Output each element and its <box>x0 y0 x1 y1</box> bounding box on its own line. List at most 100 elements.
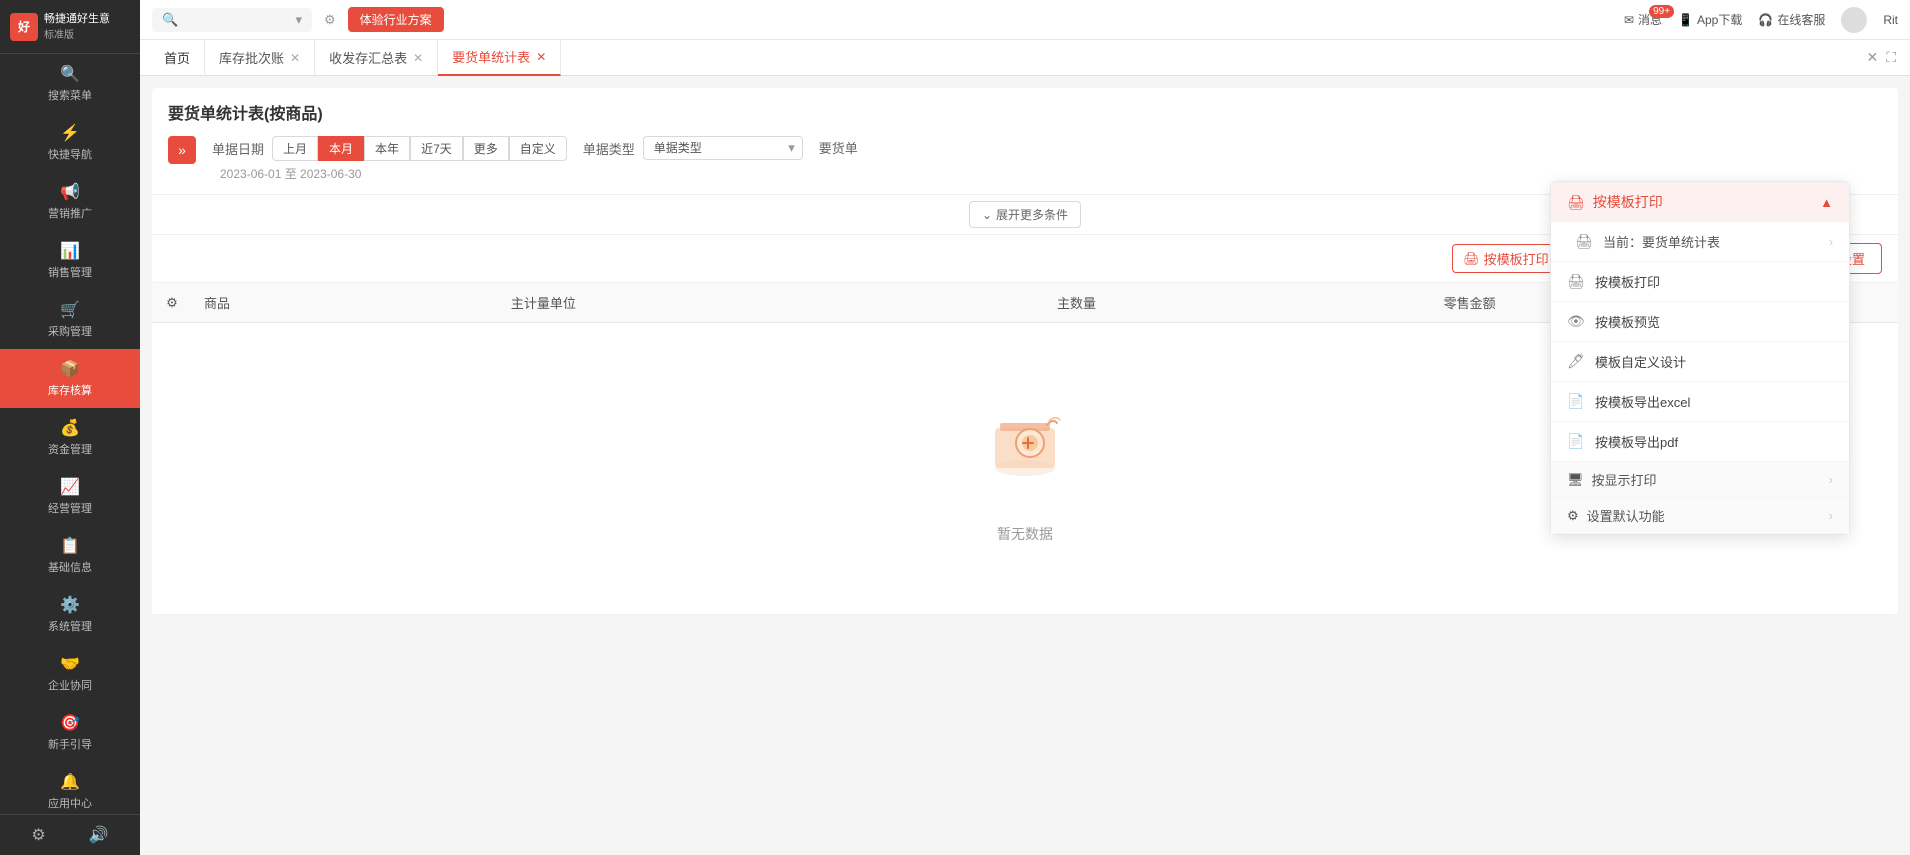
sidebar-item-finance[interactable]: 💰 资金管理 <box>0 408 140 467</box>
expand-icon: ⌄ <box>982 208 992 222</box>
search-dropdown-icon[interactable]: ▾ <box>295 12 302 28</box>
sales-icon: 📊 <box>60 241 80 261</box>
finance-icon: 💰 <box>60 418 80 438</box>
topbar-gear-icon[interactable]: ⚙ <box>324 12 336 28</box>
dropdown-close-arrow[interactable]: ▲ <box>1820 195 1833 210</box>
sidebar-item-guide[interactable]: 🎯 新手引导 <box>0 703 140 762</box>
filter-toggle-btn[interactable]: » <box>168 136 196 164</box>
sidebar-label-inventory: 库存核算 <box>48 382 92 398</box>
sidebar-item-basic[interactable]: 📋基础信息 <box>0 526 140 585</box>
sidebar-item-quicknav[interactable]: ⚡快捷导航 <box>0 113 140 172</box>
current-template-label: 当前：要货单统计表 <box>1603 232 1819 251</box>
purchase-icon: 🛒 <box>60 300 80 320</box>
date-btn-本月[interactable]: 本月 <box>318 136 364 161</box>
tab-order-stats[interactable]: 要货单统计表✕ <box>438 40 561 76</box>
col-unit: 主计量单位 <box>499 283 1045 323</box>
tab-maximize-btn[interactable]: ⛶ <box>1882 45 1900 70</box>
col-qty: 主数量 <box>1045 283 1432 323</box>
quicknav-icon: ⚡ <box>60 123 80 143</box>
avatar[interactable] <box>1841 7 1867 33</box>
expand-conditions-btn[interactable]: ⌄ 展开更多条件 <box>969 201 1081 228</box>
username: Rit <box>1883 13 1898 27</box>
tab-close-inventory-batch[interactable]: ✕ <box>290 51 300 65</box>
search-input[interactable] <box>182 13 291 27</box>
online-service-button[interactable]: 🎧 在线客服 <box>1758 11 1825 28</box>
guide-icon: 🎯 <box>60 713 80 733</box>
inventory-icon: 📦 <box>60 359 80 379</box>
empty-icon <box>975 393 1075 508</box>
sidebar-item-inventory[interactable]: 📦 库存核算 <box>0 349 140 408</box>
date-btn-自定义[interactable]: 自定义 <box>509 136 567 161</box>
tab-inventory-batch[interactable]: 库存批次账 ✕ <box>205 40 315 76</box>
messages-button[interactable]: ✉ 消息 99+ <box>1624 11 1662 28</box>
message-icon: ✉ <box>1624 13 1634 27</box>
sidebar: 好 畅捷通好生意 标准版 🔍搜索菜单⚡快捷导航📢营销推广📊销售管理🛒采购管理📦库… <box>0 0 140 855</box>
sidebar-item-search[interactable]: 🔍搜索菜单 <box>0 54 140 113</box>
display-print-arrow: › <box>1829 472 1833 487</box>
sidebar-item-purchase[interactable]: 🛒采购管理 <box>0 290 140 349</box>
dropdown-item-template-print[interactable]: 🖨按模板打印 <box>1551 262 1849 302</box>
type-select[interactable]: 单据类型 <box>643 136 803 160</box>
print-dropdown-header[interactable]: 🖨 按模板打印 ▲ <box>1551 182 1849 222</box>
logo-icon: 好 <box>10 13 38 41</box>
tab-actions: ✕ ⛶ <box>1862 45 1900 70</box>
dropdown-item-template-design[interactable]: 🖊模板自定义设计 <box>1551 342 1849 382</box>
tab-home[interactable]: 首页 <box>150 40 205 76</box>
dropdown-item-template-preview[interactable]: 👁按模板预览 <box>1551 302 1849 342</box>
sidebar-item-sales[interactable]: 📊销售管理 <box>0 231 140 290</box>
empty-text: 暂无数据 <box>997 524 1053 544</box>
sidebar-item-marketing[interactable]: 📢营销推广 <box>0 172 140 231</box>
search-bar[interactable]: 🔍 ▾ <box>152 8 312 32</box>
app-name: 畅捷通好生意 <box>44 12 110 26</box>
default-func-arrow: › <box>1829 508 1833 523</box>
date-btn-更多[interactable]: 更多 <box>463 136 509 161</box>
main-area: 🔍 ▾ ⚙ 体验行业方案 ✉ 消息 99+ 📱 App下载 🎧 在线客服 Rit <box>140 0 1910 855</box>
current-template-arrow: › <box>1829 235 1833 249</box>
sidebar-item-system[interactable]: ⚙️系统管理 <box>0 585 140 644</box>
tab-close-order-stats[interactable]: ✕ <box>536 50 546 64</box>
tab-label-inventory-batch: 库存批次账 <box>219 48 284 67</box>
appstore-icon: 🔔 <box>60 772 80 792</box>
settings-bottom-icon[interactable]: ⚙ <box>31 825 45 845</box>
display-print-icon: 🖥 <box>1567 472 1584 488</box>
speaker-icon[interactable]: 🔊 <box>89 825 109 845</box>
sidebar-label-corp: 企业协同 <box>48 677 92 693</box>
current-template-item[interactable]: 🖨 当前：要货单统计表 › <box>1551 222 1849 262</box>
tab-receipt-summary[interactable]: 收发存汇总表✕ <box>315 40 438 76</box>
phone-icon: 📱 <box>1678 13 1693 27</box>
dropdown-section-default-func[interactable]: ⚙设置默认功能› <box>1551 498 1849 534</box>
app-download-button[interactable]: 📱 App下载 <box>1678 11 1742 28</box>
default-func-label: 设置默认功能 <box>1587 506 1665 525</box>
headset-icon: 🎧 <box>1758 13 1773 27</box>
sidebar-label-finance: 资金管理 <box>48 441 92 457</box>
template-pdf-icon: 📄 <box>1567 433 1585 450</box>
marketing-icon: 📢 <box>60 182 80 202</box>
search-icon: 🔍 <box>162 12 178 28</box>
date-btn-近7天[interactable]: 近7天 <box>410 136 463 161</box>
dropdown-section-display-print[interactable]: 🖥按显示打印› <box>1551 462 1849 498</box>
sidebar-item-appstore[interactable]: 🔔应用中心 <box>0 762 140 814</box>
page-title: 要货单统计表(按商品) <box>168 100 1882 124</box>
date-btn-上月[interactable]: 上月 <box>272 136 318 161</box>
message-badge: 99+ <box>1649 5 1674 18</box>
template-excel-icon: 📄 <box>1567 393 1585 410</box>
sidebar-item-corp[interactable]: 🤝企业协同 <box>0 644 140 703</box>
tab-close-receipt-summary[interactable]: ✕ <box>413 51 423 65</box>
basic-icon: 📋 <box>60 536 80 556</box>
type-select-wrapper: 单据类型 <box>643 136 803 160</box>
dropdown-item-template-excel[interactable]: 📄按模板导出excel <box>1551 382 1849 422</box>
operation-icon: 📈 <box>60 477 80 497</box>
date-btn-本年[interactable]: 本年 <box>364 136 410 161</box>
printer-icon: 🖨 <box>1463 251 1480 267</box>
dropdown-item-template-pdf[interactable]: 📄按模板导出pdf <box>1551 422 1849 462</box>
sidebar-item-operation[interactable]: 📈经营管理 <box>0 467 140 526</box>
print-dropdown-menu: 🖨 按模板打印 ▲ 🖨 当前：要货单统计表 › 🖨按模板打印👁按模板预览🖊模板自… <box>1550 181 1850 535</box>
tab-close-btn[interactable]: ✕ <box>1862 45 1882 70</box>
trial-button[interactable]: 体验行业方案 <box>348 7 444 32</box>
template-design-icon: 🖊 <box>1567 353 1585 370</box>
search-icon: 🔍 <box>60 64 80 84</box>
type-filter-label: 单据类型 <box>583 139 635 158</box>
sidebar-label-guide: 新手引导 <box>48 736 92 752</box>
sidebar-label-system: 系统管理 <box>48 618 92 634</box>
template-print-icon: 🖨 <box>1567 273 1585 290</box>
